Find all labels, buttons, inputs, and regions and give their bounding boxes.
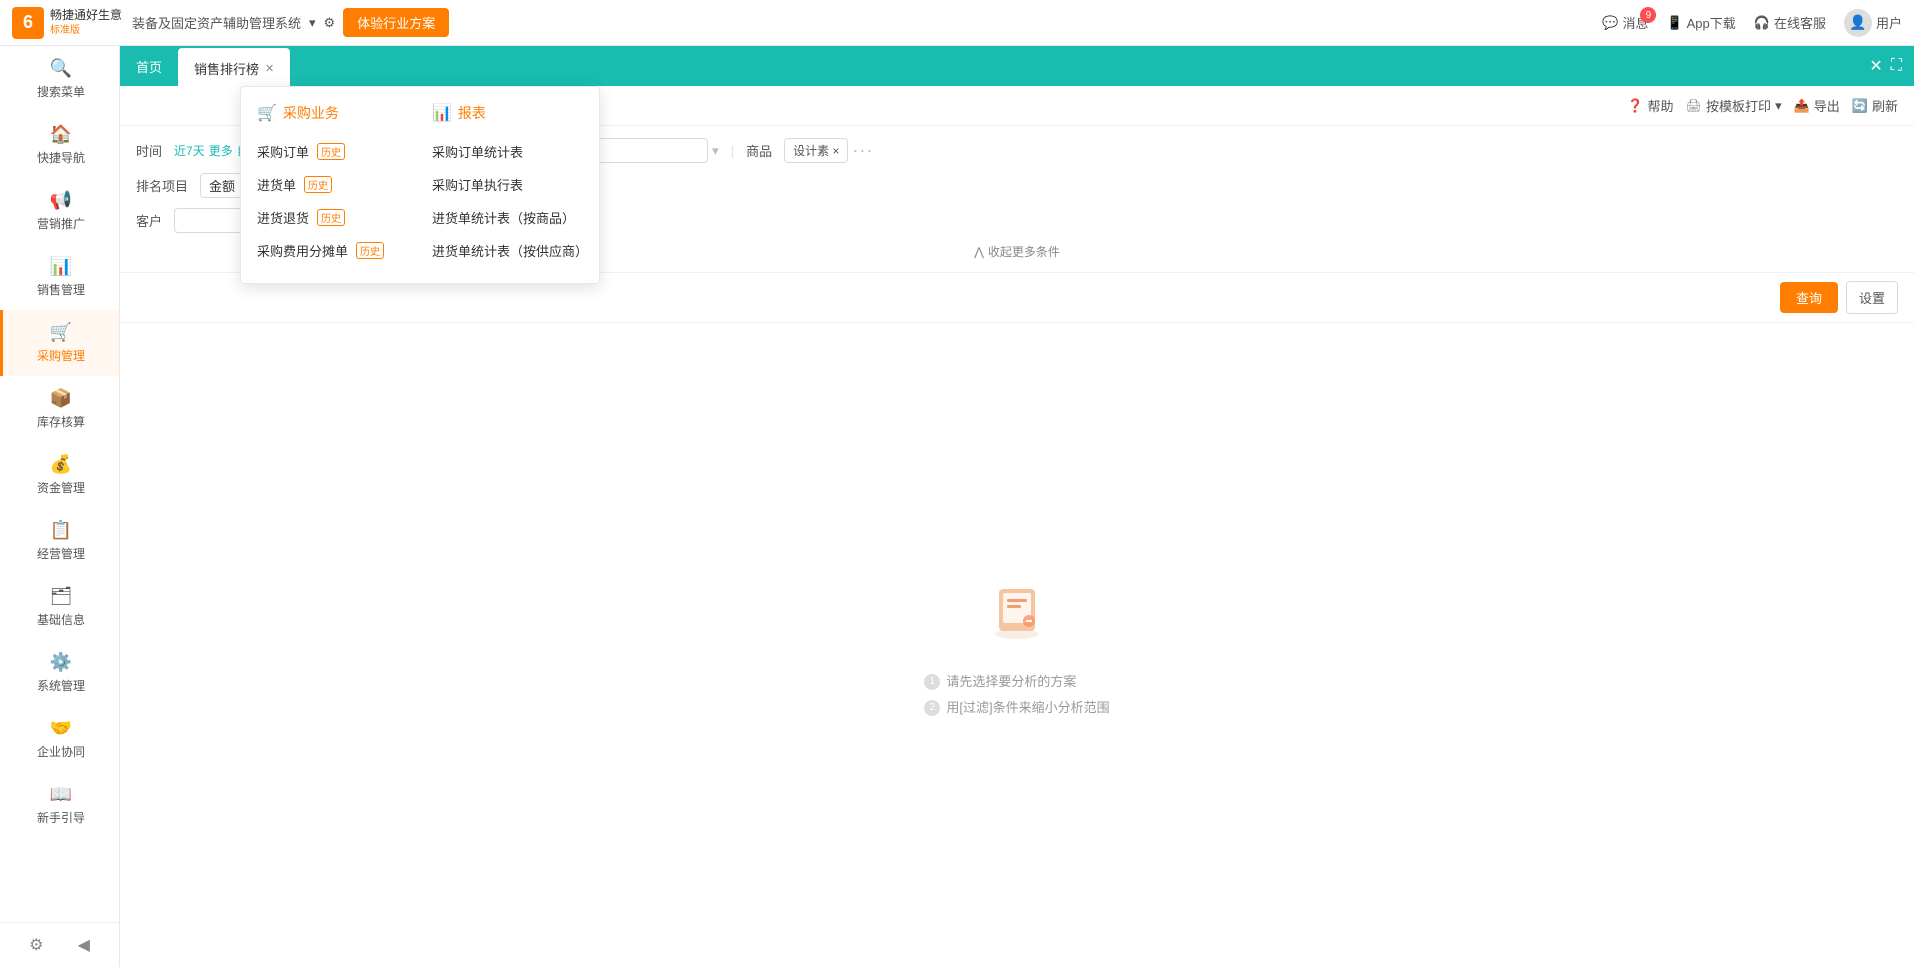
tab-sales-ranking[interactable]: 销售排行榜 ✕ — [178, 48, 290, 88]
sidebar-settings-btn[interactable]: ⚙ — [29, 935, 43, 955]
phone-icon: 📱 — [1666, 15, 1682, 31]
logo-text: 畅捷通好生意 标准版 — [50, 8, 122, 37]
tab-close-all-icon[interactable]: ✕ — [1869, 56, 1882, 76]
topbar-title: 装备及固定资产辅助管理系统 ▾ ⚙ 体验行业方案 — [132, 8, 1602, 37]
tab-bar-right: ✕ ⛶ — [1869, 56, 1914, 76]
operations-icon: 📋 — [50, 520, 72, 541]
sidebar-item-sales[interactable]: 📊 销售管理 — [0, 244, 119, 310]
report-section-icon: 📊 — [432, 103, 452, 123]
sidebar: 🔍 搜索菜单 🏠 快捷导航 📢 营销推广 📊 销售管理 🛒 采购管理 📦 库存核… — [0, 46, 120, 967]
system-title: 装备及固定资产辅助管理系统 — [132, 13, 301, 32]
sidebar-item-inventory[interactable]: 📦 库存核算 — [0, 376, 119, 442]
sidebar-item-guide[interactable]: 📖 新手引导 — [0, 772, 119, 838]
finance-icon: 💰 — [50, 454, 72, 475]
sidebar-item-quick-nav[interactable]: 🏠 快捷导航 — [0, 112, 119, 178]
menu-item-order-exec[interactable]: 采购订单执行表 — [432, 168, 583, 201]
sidebar-item-operations[interactable]: 📋 经营管理 — [0, 508, 119, 574]
system-icon: ⚙️ — [50, 652, 72, 673]
dropdown-overlay: 🛒 采购业务 采购订单 历史 进货单 历史 进货退货 历史 — [120, 86, 1914, 967]
sidebar-item-basic-info[interactable]: 🗂 基础信息 — [0, 574, 119, 640]
receipt-badge: 历史 — [304, 176, 332, 193]
topbar: 6 畅捷通好生意 标准版 装备及固定资产辅助管理系统 ▾ ⚙ 体验行业方案 💬 … — [0, 0, 1914, 46]
sidebar-collapse-btn[interactable]: ◀ — [78, 935, 90, 955]
message-badge: 9 — [1640, 7, 1656, 23]
purchase-order-badge: 历史 — [317, 143, 345, 160]
enterprise-icon: 🤝 — [50, 718, 72, 739]
user-btn[interactable]: 👤 用户 — [1844, 9, 1902, 37]
title-dropdown-icon[interactable]: ▾ — [309, 15, 316, 31]
logo-area: 6 畅捷通好生意 标准版 — [12, 7, 132, 39]
menu-item-receipt-stats-supplier[interactable]: 进货单统计表（按供应商） — [432, 234, 583, 267]
sidebar-item-system[interactable]: ⚙️ 系统管理 — [0, 640, 119, 706]
menu-item-purchase-receipt[interactable]: 进货单 历史 — [257, 168, 408, 201]
sidebar-item-purchase[interactable]: 🛒 采购管理 — [0, 310, 119, 376]
return-badge: 历史 — [317, 209, 345, 226]
purchase-section-title: 🛒 采购业务 — [257, 103, 408, 123]
purchase-menu-column: 🛒 采购业务 采购订单 历史 进货单 历史 进货退货 历史 — [257, 103, 408, 267]
purchase-section-icon: 🛒 — [257, 103, 277, 123]
industry-btn[interactable]: 体验行业方案 — [343, 8, 449, 37]
sidebar-item-search[interactable]: 🔍 搜索菜单 — [0, 46, 119, 112]
report-menu-column: 📊 报表 采购订单统计表 采购订单执行表 进货单统计表（按商品） 进货单统计表（… — [432, 103, 583, 267]
menu-item-order-stats[interactable]: 采购订单统计表 — [432, 135, 583, 168]
sales-icon: 📊 — [50, 256, 72, 277]
online-service-btn[interactable]: 🎧 在线客服 — [1754, 13, 1826, 32]
marketing-icon: 📢 — [50, 190, 72, 211]
sidebar-item-marketing[interactable]: 📢 营销推广 — [0, 178, 119, 244]
guide-icon: 📖 — [50, 784, 72, 805]
purchase-dropdown-menu: 🛒 采购业务 采购订单 历史 进货单 历史 进货退货 历史 — [240, 86, 600, 284]
topbar-right: 💬 消息 9 📱 App下载 🎧 在线客服 👤 用户 — [1602, 9, 1902, 37]
tab-close-icon[interactable]: ✕ — [265, 62, 274, 75]
expense-badge: 历史 — [356, 242, 384, 259]
tab-maximize-icon[interactable]: ⛶ — [1891, 57, 1902, 75]
sidebar-bottom: ⚙ ◀ — [0, 922, 119, 967]
logo-icon: 6 — [12, 7, 44, 39]
purchase-icon: 🛒 — [50, 322, 72, 343]
report-section-title: 📊 报表 — [432, 103, 583, 123]
sidebar-item-enterprise[interactable]: 🤝 企业协同 — [0, 706, 119, 772]
inventory-icon: 📦 — [50, 388, 72, 409]
basic-info-icon: 🗂 — [50, 586, 73, 607]
headset-icon: 🎧 — [1754, 15, 1770, 31]
app-download-btn[interactable]: 📱 App下载 — [1666, 13, 1735, 32]
settings-icon[interactable]: ⚙ — [324, 15, 336, 31]
search-icon: 🔍 — [50, 58, 72, 79]
menu-item-purchase-order[interactable]: 采购订单 历史 — [257, 135, 408, 168]
messages-btn[interactable]: 💬 消息 9 — [1602, 13, 1648, 32]
avatar: 👤 — [1844, 9, 1872, 37]
sidebar-item-finance[interactable]: 💰 资金管理 — [0, 442, 119, 508]
menu-item-receipt-stats-goods[interactable]: 进货单统计表（按商品） — [432, 201, 583, 234]
message-icon: 💬 — [1602, 15, 1618, 31]
menu-item-purchase-return[interactable]: 进货退货 历史 — [257, 201, 408, 234]
tab-bar: 首页 销售排行榜 ✕ ✕ ⛶ — [120, 46, 1914, 86]
content-area: 首页 销售排行榜 ✕ ✕ ⛶ ❓ 帮助 🖨 按模板打印 ▾ 📤 — [120, 46, 1914, 967]
menu-item-purchase-expense[interactable]: 采购费用分摊单 历史 — [257, 234, 408, 267]
main-layout: 🔍 搜索菜单 🏠 快捷导航 📢 营销推广 📊 销售管理 🛒 采购管理 📦 库存核… — [0, 46, 1914, 967]
tab-home[interactable]: 首页 — [120, 46, 178, 86]
home-icon: 🏠 — [50, 124, 72, 145]
